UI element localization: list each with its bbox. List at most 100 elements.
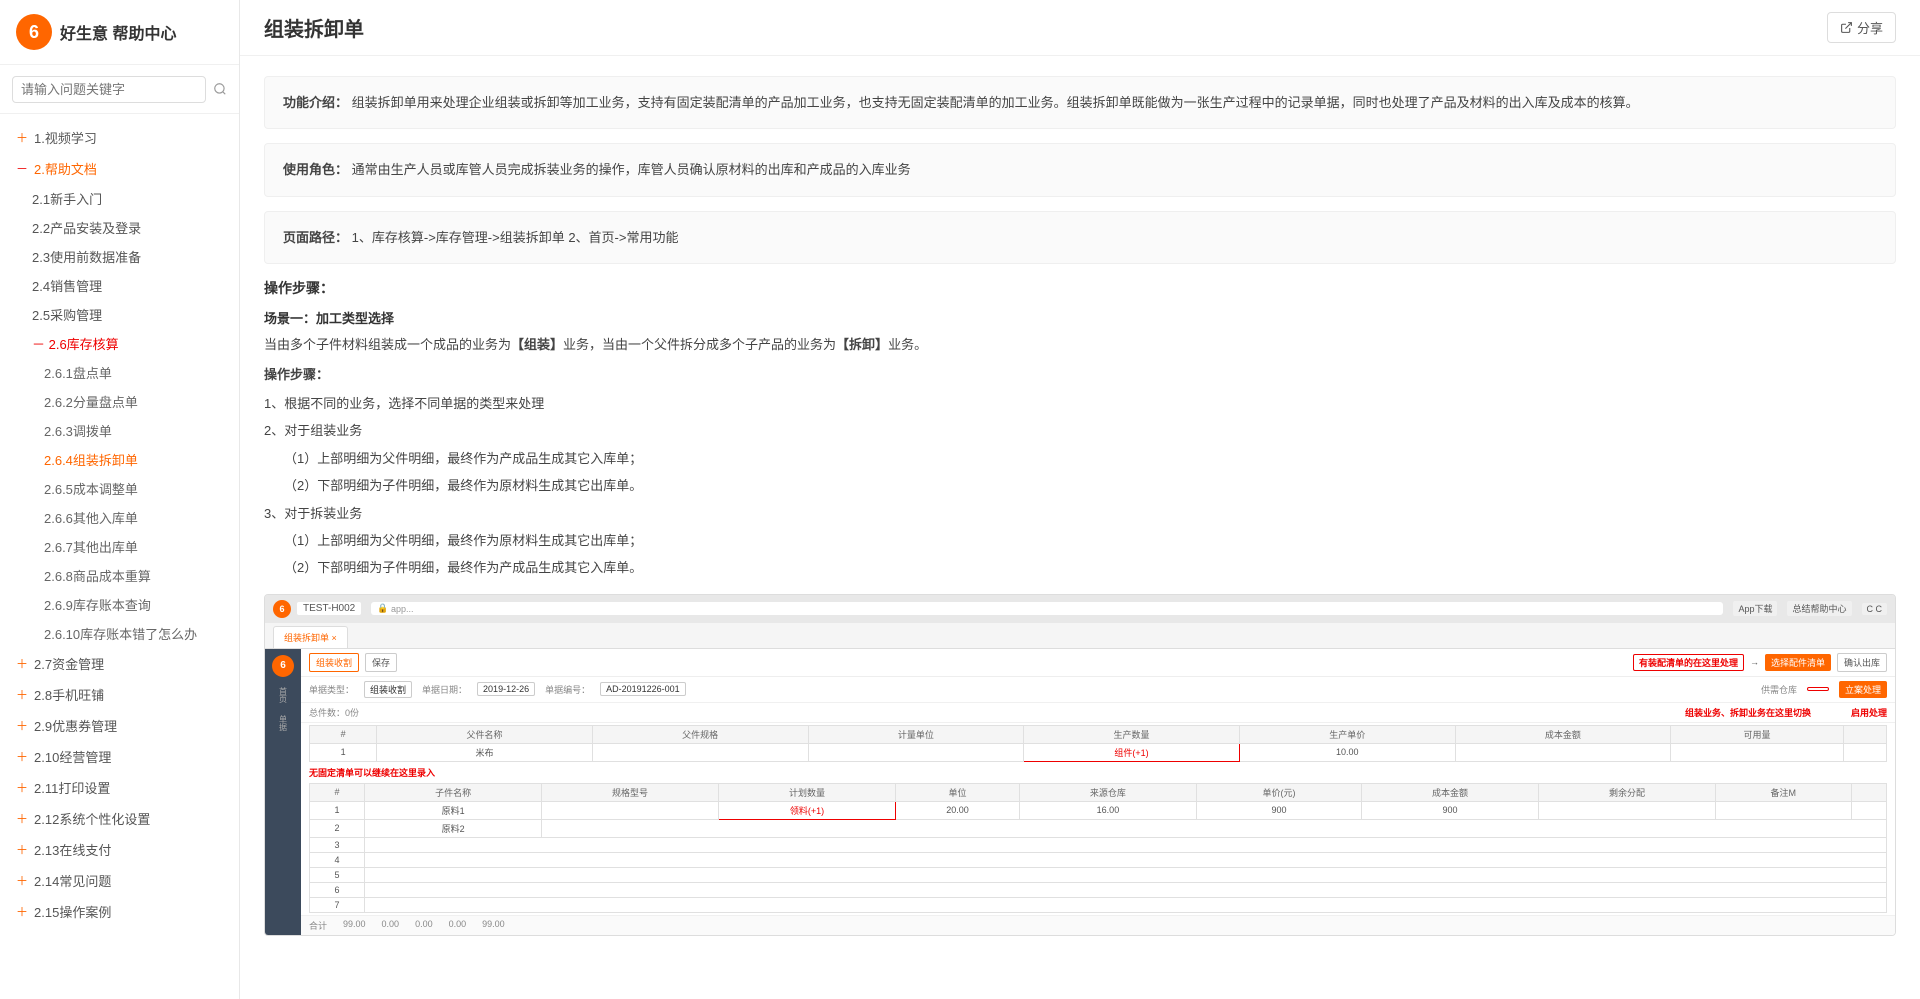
screenshot-lower-row4: 4	[310, 852, 1887, 867]
screenshot-lower-table-wrap: # 子件名称 规格型号 计划数量 单位 来源仓库 单价(元) 成本金额 剩余分配	[301, 781, 1895, 915]
sidebar-item-other-out[interactable]: 2.6.7其他出库单	[0, 532, 239, 561]
sidebar-item-cases[interactable]: ＋ 2.15操作案例	[0, 896, 239, 927]
page-title: 组装拆卸单	[264, 13, 364, 42]
screenshot-form-val2: 2019-12-26	[477, 682, 535, 696]
sidebar-item-settings-label: 2.12系统个性化设置	[34, 809, 150, 828]
screenshot-footer-cost3: 0.00	[449, 919, 467, 932]
screenshot-btn-type[interactable]: 组装收割	[309, 653, 359, 672]
screenshot-sidebar-item2: 单据	[278, 715, 289, 731]
screenshot-lower-th-price: 单价(元)	[1196, 783, 1361, 801]
plus-icon10: ＋	[16, 903, 28, 920]
plus-icon: ＋	[16, 129, 28, 146]
screenshot-lower-row5: 5	[310, 867, 1887, 882]
share-button[interactable]: 分享	[1827, 12, 1896, 43]
sidebar-item-finance[interactable]: ＋ 2.7资金管理	[0, 648, 239, 679]
screenshot-btn-bom[interactable]: 选择配件清单	[1765, 654, 1831, 671]
scene1-label: 场景一：加工类型选择	[264, 308, 1896, 327]
screenshot-logo: 6	[273, 600, 291, 618]
screenshot-body: 6 首页 单据 组装收割 保存 有装配清单的在这里处理 → 选择配件清单	[265, 649, 1895, 935]
minus-icon: －	[16, 160, 28, 177]
sidebar-item-assembly[interactable]: 2.6.4组装拆卸单	[0, 445, 239, 474]
screenshot-form-val3: AD-20191226-001	[600, 682, 686, 696]
screenshot-lower-table: # 子件名称 规格型号 计划数量 单位 来源仓库 单价(元) 成本金额 剩余分配	[309, 783, 1887, 913]
screenshot-annotation4: 无固定清单可以继续在这里录入	[309, 768, 435, 778]
screenshot-cc-link: C C	[1862, 603, 1888, 615]
sidebar-item-docs[interactable]: － 2.帮助文档	[0, 153, 239, 184]
intro-text: 组装拆卸单用来处理企业组装或拆卸等加工业务，支持有固定装配清单的产品加工业务，也…	[352, 95, 1639, 110]
ops-title: 操作步骤：	[264, 278, 1896, 298]
screenshot-main: 组装收割 保存 有装配清单的在这里处理 → 选择配件清单 确认出库 单据类型： …	[301, 649, 1895, 935]
sidebar-item-payment-label: 2.13在线支付	[34, 840, 111, 859]
screenshot-footer-cost2: 0.00	[415, 919, 433, 932]
sidebar-item-videos-label: 1.视频学习	[34, 128, 97, 147]
sidebar-item-partial-stocktake[interactable]: 2.6.2分量盘点单	[0, 387, 239, 416]
screenshot-btn-save[interactable]: 保存	[365, 653, 397, 672]
sidebar-item-inventory[interactable]: － 2.6库存核算	[0, 329, 239, 358]
screenshot-form-label2: 单据日期：	[422, 683, 467, 696]
sidebar: 6 好生意 帮助中心 ＋ 1.视频学习 － 2.帮助文档 2.1新手入门 2.2…	[0, 0, 240, 999]
sidebar-item-settings[interactable]: ＋ 2.12系统个性化设置	[0, 803, 239, 834]
screenshot-upper-row1: 1 米布 组件(+1) 10.00	[310, 743, 1887, 761]
screenshot-url-bar: 🔒 app...	[371, 602, 1723, 615]
scene1-desc: 当由多个子件材料组装成一个成品的业务为【组装】业务，当由一个父件拆分成多个子产品…	[264, 333, 1896, 356]
sidebar-item-mobile[interactable]: ＋ 2.8手机旺铺	[0, 679, 239, 710]
sidebar-item-print[interactable]: ＋ 2.11打印设置	[0, 772, 239, 803]
sidebar-item-cost-adjust[interactable]: 2.6.5成本调整单	[0, 474, 239, 503]
step3-sub2: （2）下部明细为子件明细，最终作为产成品生成其它入库单。	[264, 556, 1896, 579]
plus-icon6: ＋	[16, 779, 28, 796]
sidebar-item-coupon-label: 2.9优惠券管理	[34, 716, 117, 735]
sidebar-item-transfer[interactable]: 2.6.3调拨单	[0, 416, 239, 445]
sidebar-item-operation[interactable]: ＋ 2.10经营管理	[0, 741, 239, 772]
sidebar-item-coupon[interactable]: ＋ 2.9优惠券管理	[0, 710, 239, 741]
screenshot-btn-confirm[interactable]: 确认出库	[1837, 653, 1887, 672]
sidebar-item-purchase[interactable]: 2.5采购管理	[0, 300, 239, 329]
sidebar-item-ledger-query[interactable]: 2.6.9库存账本查询	[0, 590, 239, 619]
screenshot-upper-table-wrap: # 父件名称 父件规格 计量单位 生产数量 生产单价 成本金额 可用量	[301, 723, 1895, 764]
sidebar-item-operation-label: 2.10经营管理	[34, 747, 111, 766]
sidebar-item-faq[interactable]: ＋ 2.14常见问题	[0, 865, 239, 896]
sidebar-item-other-in[interactable]: 2.6.6其他入库单	[0, 503, 239, 532]
screenshot-form-val1: 组装收割	[364, 681, 412, 698]
screenshot-upper-table: # 父件名称 父件规格 计量单位 生产数量 生产单价 成本金额 可用量	[309, 725, 1887, 762]
sidebar-item-newbie[interactable]: 2.1新手入门	[0, 184, 239, 213]
screenshot-warehouse-input[interactable]	[1807, 687, 1829, 691]
screenshot-upper-th-cost: 成本金额	[1455, 725, 1671, 743]
role-label: 使用角色：	[283, 162, 348, 177]
plus-icon9: ＋	[16, 872, 28, 889]
screenshot-mock: 6 TEST-H002 🔒 app... App下载 总结帮助中心 C C 组装…	[264, 594, 1896, 936]
search-input[interactable]	[12, 76, 206, 103]
sidebar-item-payment[interactable]: ＋ 2.13在线支付	[0, 834, 239, 865]
step3-sub1: （1）上部明细为父件明细，最终作为原材料生成其它出库单；	[264, 529, 1896, 552]
screenshot-btn-apply[interactable]: 立案处理	[1839, 681, 1887, 698]
sidebar-item-sales[interactable]: 2.4销售管理	[0, 271, 239, 300]
path-text: 1、库存核算->库存管理->组装拆卸单 2、首页->常用功能	[352, 230, 679, 245]
intro-label: 功能介绍：	[283, 95, 348, 110]
screenshot-footer-total: 99.00	[343, 919, 366, 932]
screenshot-tab-active: 组装拆卸单 ×	[273, 626, 348, 648]
sidebar-item-install[interactable]: 2.2产品安装及登录	[0, 213, 239, 242]
screenshot-lower-th-planqty: 计划数量	[719, 783, 896, 801]
sidebar-item-videos[interactable]: ＋ 1.视频学习	[0, 122, 239, 153]
screenshot-annotation1: 有装配清单的在这里处理	[1633, 654, 1744, 671]
screenshot-lower-th-cost: 成本金额	[1362, 783, 1539, 801]
screenshot-form: 单据类型： 组装收割 单据日期： 2019-12-26 单据编号： AD-201…	[301, 677, 1895, 703]
screenshot-nav-tabs: 组装拆卸单 ×	[265, 623, 1895, 649]
sidebar-item-stocktake[interactable]: 2.6.1盘点单	[0, 358, 239, 387]
intro-block: 功能介绍： 组装拆卸单用来处理企业组装或拆卸等加工业务，支持有固定装配清单的产品…	[264, 76, 1896, 129]
screenshot-upper-th-name: 父件名称	[377, 725, 593, 743]
screenshot-annotation2: 组装业务、拆卸业务在这里切换	[1685, 706, 1811, 719]
screenshot-form-label4: 供需仓库	[1761, 683, 1797, 696]
sidebar-item-cost-recalc[interactable]: 2.6.8商品成本重算	[0, 561, 239, 590]
screenshot-lower-row7: 7	[310, 897, 1887, 912]
sidebar-item-prepare[interactable]: 2.3使用前数据准备	[0, 242, 239, 271]
path-label: 页面路径：	[283, 230, 348, 245]
plus-icon4: ＋	[16, 717, 28, 734]
screenshot-lower-th-num: #	[310, 783, 365, 801]
search-icon[interactable]	[212, 75, 227, 103]
screenshot-upper-th-qty: 生产数量	[1024, 725, 1240, 743]
screenshot-annotation4-wrap: 无固定清单可以继续在这里录入	[301, 764, 1895, 781]
plus-icon8: ＋	[16, 841, 28, 858]
sidebar-item-ledger-fix[interactable]: 2.6.10库存账本错了怎么办	[0, 619, 239, 648]
screenshot-footer-label: 合计	[309, 919, 327, 932]
screenshot-upper-th-price: 生产单价	[1239, 725, 1455, 743]
